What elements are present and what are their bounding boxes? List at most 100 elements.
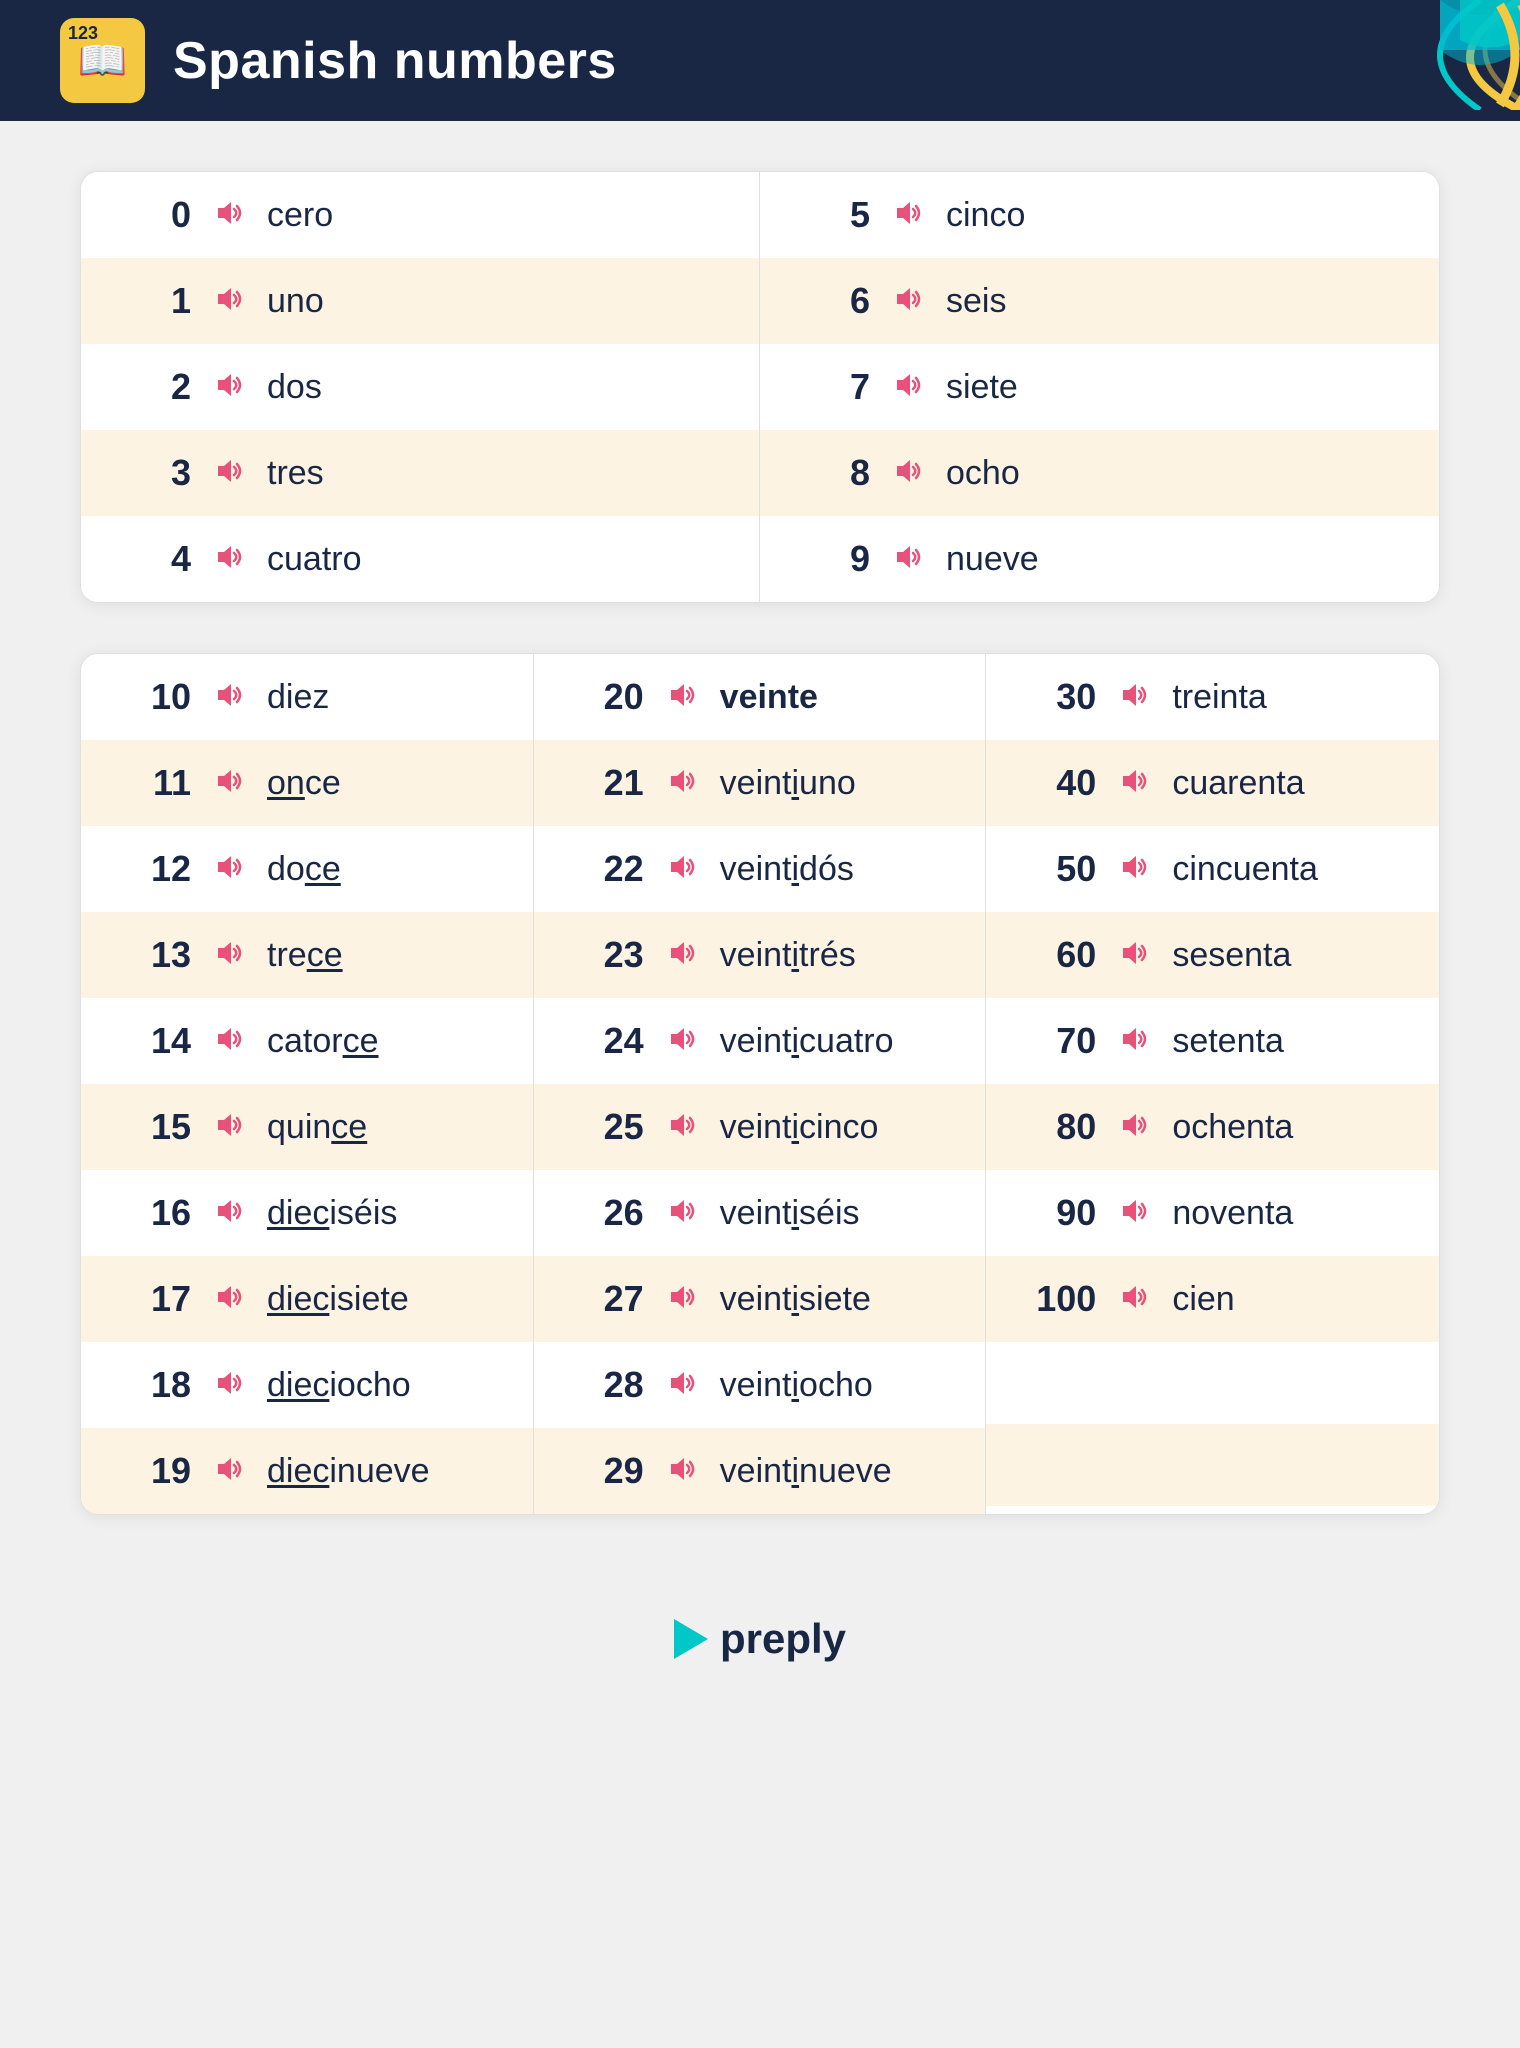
speaker-icon[interactable] — [209, 281, 249, 322]
table-row[interactable]: 1 uno — [81, 258, 759, 344]
table-row[interactable]: 19 diecinueve — [81, 1428, 533, 1514]
table-row[interactable]: 17 diecisiete — [81, 1256, 533, 1342]
speaker-icon[interactable] — [209, 453, 249, 494]
spanish-word: veintidós — [720, 850, 854, 889]
speaker-icon[interactable] — [662, 1107, 702, 1148]
number-digit: 20 — [574, 676, 644, 718]
table-row[interactable]: 29 veintinueve — [534, 1428, 986, 1514]
speaker-icon[interactable] — [662, 1279, 702, 1320]
table-row[interactable]: 14 catorce — [81, 998, 533, 1084]
speaker-icon[interactable] — [209, 1021, 249, 1062]
table-row[interactable]: 13 trece — [81, 912, 533, 998]
numbers-10-100-table: 10 diez 11 once 12 doce 13 trece 14 c — [80, 653, 1440, 1515]
table-row[interactable]: 11 once — [81, 740, 533, 826]
table-row[interactable]: 7 siete — [760, 344, 1439, 430]
table-row[interactable]: 27 veintisiete — [534, 1256, 986, 1342]
speaker-icon[interactable] — [662, 849, 702, 890]
spanish-word: ochenta — [1172, 1108, 1293, 1147]
speaker-icon[interactable] — [209, 367, 249, 408]
table-row[interactable]: 15 quince — [81, 1084, 533, 1170]
speaker-icon[interactable] — [209, 1107, 249, 1148]
number-digit: 9 — [800, 538, 870, 580]
speaker-icon[interactable] — [888, 281, 928, 322]
table-row[interactable]: 4 cuatro — [81, 516, 759, 602]
table-row[interactable]: 16 dieciséis — [81, 1170, 533, 1256]
table-row[interactable]: 21 veintiuno — [534, 740, 986, 826]
speaker-icon[interactable] — [1114, 1021, 1154, 1062]
table-row[interactable]: 26 veintiséis — [534, 1170, 986, 1256]
speaker-icon[interactable] — [209, 935, 249, 976]
speaker-icon[interactable] — [888, 195, 928, 236]
table-row[interactable]: 5 cinco — [760, 172, 1439, 258]
speaker-icon[interactable] — [209, 763, 249, 804]
speaker-icon[interactable] — [209, 539, 249, 580]
speaker-icon[interactable] — [662, 1021, 702, 1062]
speaker-icon[interactable] — [1114, 1193, 1154, 1234]
table-row[interactable]: 6 seis — [760, 258, 1439, 344]
number-digit: 0 — [121, 194, 191, 236]
header-decoration — [1220, 0, 1520, 110]
table-row[interactable]: 18 dieciocho — [81, 1342, 533, 1428]
speaker-icon[interactable] — [1114, 1279, 1154, 1320]
table-row[interactable]: 20 veinte — [534, 654, 986, 740]
table-row[interactable]: 70 setenta — [986, 998, 1439, 1084]
spanish-word: veintiséis — [720, 1194, 860, 1233]
speaker-icon[interactable] — [662, 1365, 702, 1406]
spanish-word: veinte — [720, 678, 818, 717]
speaker-icon[interactable] — [209, 1193, 249, 1234]
table-row[interactable]: 24 veinticuatro — [534, 998, 986, 1084]
speaker-icon[interactable] — [1114, 1107, 1154, 1148]
table-row[interactable]: 3 tres — [81, 430, 759, 516]
spanish-word: veinticuatro — [720, 1022, 894, 1061]
speaker-icon[interactable] — [662, 1451, 702, 1492]
spanish-word: cuarenta — [1172, 764, 1304, 803]
speaker-icon[interactable] — [888, 367, 928, 408]
speaker-icon[interactable] — [209, 1365, 249, 1406]
speaker-icon[interactable] — [1114, 763, 1154, 804]
table-row[interactable]: 12 doce — [81, 826, 533, 912]
table-row[interactable]: 100 cien — [986, 1256, 1439, 1342]
spanish-word: diecisiete — [267, 1280, 409, 1319]
number-digit: 8 — [800, 452, 870, 494]
table-row[interactable]: 9 nueve — [760, 516, 1439, 602]
speaker-icon[interactable] — [209, 849, 249, 890]
speaker-icon[interactable] — [662, 763, 702, 804]
spanish-word: veinticinco — [720, 1108, 879, 1147]
speaker-icon[interactable] — [662, 935, 702, 976]
speaker-icon[interactable] — [1114, 849, 1154, 890]
spanish-word: tres — [267, 454, 324, 493]
table-row[interactable]: 10 diez — [81, 654, 533, 740]
table-row[interactable]: 50 cincuenta — [986, 826, 1439, 912]
table-row[interactable]: 60 sesenta — [986, 912, 1439, 998]
table-row — [986, 1342, 1439, 1424]
table-row[interactable]: 23 veintitrés — [534, 912, 986, 998]
table-row[interactable]: 80 ochenta — [986, 1084, 1439, 1170]
table-row[interactable]: 2 dos — [81, 344, 759, 430]
table-row[interactable]: 22 veintidós — [534, 826, 986, 912]
table-row[interactable]: 40 cuarenta — [986, 740, 1439, 826]
speaker-icon[interactable] — [662, 677, 702, 718]
number-digit: 3 — [121, 452, 191, 494]
speaker-icon[interactable] — [888, 453, 928, 494]
app-logo: 📖 123 — [60, 18, 145, 103]
spanish-word: sesenta — [1172, 936, 1291, 975]
table-row[interactable]: 25 veinticinco — [534, 1084, 986, 1170]
number-digit: 4 — [121, 538, 191, 580]
table-row[interactable]: 28 veintiocho — [534, 1342, 986, 1428]
speaker-icon[interactable] — [662, 1193, 702, 1234]
spanish-word: cien — [1172, 1280, 1234, 1319]
speaker-icon[interactable] — [209, 195, 249, 236]
number-digit: 14 — [121, 1020, 191, 1062]
table-row[interactable]: 90 noventa — [986, 1170, 1439, 1256]
spanish-word: veintisiete — [720, 1280, 871, 1319]
speaker-icon[interactable] — [1114, 677, 1154, 718]
speaker-icon[interactable] — [209, 1279, 249, 1320]
table-row[interactable]: 0 cero — [81, 172, 759, 258]
speaker-icon[interactable] — [888, 539, 928, 580]
table-row[interactable]: 8 ocho — [760, 430, 1439, 516]
speaker-icon[interactable] — [209, 677, 249, 718]
table-row[interactable]: 30 treinta — [986, 654, 1439, 740]
speaker-icon[interactable] — [1114, 935, 1154, 976]
column-10-19: 10 diez 11 once 12 doce 13 trece 14 c — [81, 654, 534, 1514]
speaker-icon[interactable] — [209, 1451, 249, 1492]
